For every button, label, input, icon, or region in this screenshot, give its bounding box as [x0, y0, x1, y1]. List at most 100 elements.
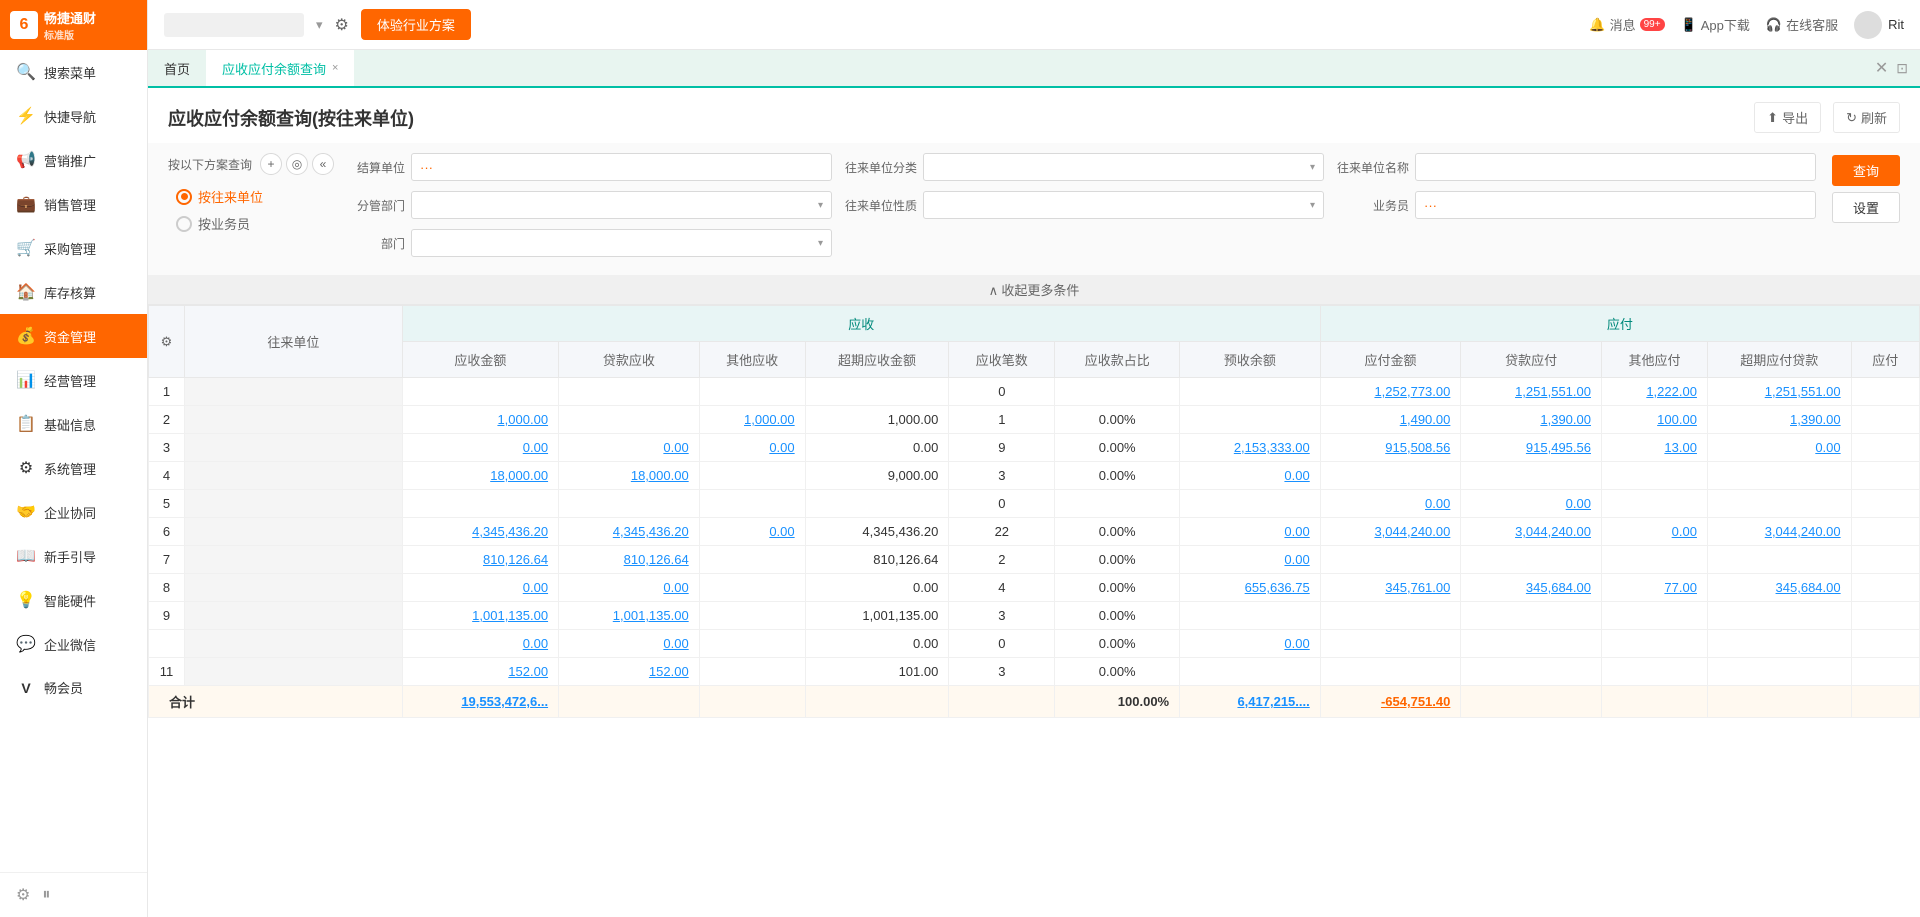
settings-button[interactable]: 设置 — [1832, 192, 1900, 223]
table-cell[interactable]: 0.00 — [402, 574, 558, 602]
table-cell[interactable]: 152.00 — [559, 658, 700, 686]
tab-arbalance[interactable]: 应收应付余额查询 × — [206, 50, 354, 88]
total-ar-prepaid[interactable]: 6,417,215.... — [1180, 686, 1321, 718]
table-cell[interactable] — [1707, 490, 1851, 518]
table-cell[interactable]: 1,001,135.00 — [559, 602, 700, 630]
partner-name-input[interactable] — [1415, 153, 1816, 181]
option-salesperson[interactable]: 按业务员 — [168, 210, 334, 237]
table-cell[interactable] — [1601, 546, 1707, 574]
table-cell[interactable] — [1320, 602, 1461, 630]
table-cell[interactable]: 810,126.64 — [402, 546, 558, 574]
table-cell[interactable] — [559, 378, 700, 406]
refresh-button[interactable]: ↻ 刷新 — [1833, 102, 1900, 133]
sidebar-item-guide[interactable]: 📖 新手引导 — [0, 534, 147, 578]
table-cell[interactable] — [1601, 602, 1707, 630]
sidebar-item-purchase[interactable]: 🛒 采购管理 — [0, 226, 147, 270]
table-cell[interactable]: 345,684.00 — [1707, 574, 1851, 602]
table-cell[interactable]: 1,390.00 — [1461, 406, 1602, 434]
table-cell[interactable] — [1461, 546, 1602, 574]
total-ap[interactable]: -654,751.40 — [1320, 686, 1461, 718]
sidebar-item-marketing[interactable]: 📢 营销推广 — [0, 138, 147, 182]
table-cell[interactable]: 3,044,240.00 — [1320, 518, 1461, 546]
option-partner[interactable]: 按往来单位 — [168, 183, 334, 210]
table-cell[interactable] — [1707, 602, 1851, 630]
table-cell[interactable]: 0.00 — [699, 434, 805, 462]
table-cell[interactable] — [699, 630, 805, 658]
table-cell[interactable]: 1,001,135.00 — [402, 602, 558, 630]
breadcrumb-chevron-icon[interactable]: ▾ — [316, 17, 323, 33]
table-cell[interactable]: 810,126.64 — [559, 546, 700, 574]
export-button[interactable]: ⬆ 导出 — [1754, 102, 1821, 133]
table-cell[interactable] — [1707, 546, 1851, 574]
table-cell[interactable]: 1,000.00 — [402, 406, 558, 434]
table-cell[interactable] — [1461, 658, 1602, 686]
table-cell[interactable] — [1707, 462, 1851, 490]
table-cell[interactable] — [699, 602, 805, 630]
table-cell[interactable] — [1320, 630, 1461, 658]
download-button[interactable]: 📱 App下载 — [1681, 15, 1750, 34]
table-cell[interactable] — [402, 378, 558, 406]
topbar-gear-icon[interactable]: ⚙ — [335, 15, 349, 35]
tab-home[interactable]: 首页 — [148, 50, 206, 86]
table-cell[interactable]: 1,490.00 — [1320, 406, 1461, 434]
table-cell[interactable]: 100.00 — [1601, 406, 1707, 434]
table-cell[interactable]: 345,684.00 — [1461, 574, 1602, 602]
solution-button[interactable]: 体验行业方案 — [361, 9, 471, 40]
table-cell[interactable]: 915,495.56 — [1461, 434, 1602, 462]
service-button[interactable]: 🎧 在线客服 — [1766, 15, 1838, 34]
sidebar-collapse-icon[interactable]: ⏸ — [42, 886, 50, 904]
table-cell[interactable]: 1,222.00 — [1601, 378, 1707, 406]
table-cell[interactable]: 3,044,240.00 — [1461, 518, 1602, 546]
table-cell[interactable] — [1320, 462, 1461, 490]
table-cell[interactable]: 152.00 — [402, 658, 558, 686]
settlement-input[interactable]: ··· — [411, 153, 832, 181]
table-cell[interactable] — [699, 658, 805, 686]
table-cell[interactable]: 0.00 — [402, 434, 558, 462]
sidebar-item-finance[interactable]: 💰 资金管理 — [0, 314, 147, 358]
table-cell[interactable] — [1461, 630, 1602, 658]
table-cell[interactable] — [1601, 658, 1707, 686]
sidebar-item-search[interactable]: 🔍 搜索菜单 — [0, 50, 147, 94]
table-cell[interactable]: 77.00 — [1601, 574, 1707, 602]
tab-close-window-icon[interactable]: ✕ — [1875, 58, 1888, 78]
table-cell[interactable]: 915,508.56 — [1320, 434, 1461, 462]
sidebar-settings-icon[interactable]: ⚙ — [16, 885, 30, 905]
sidebar-item-inventory[interactable]: 🏠 库存核算 — [0, 270, 147, 314]
table-cell[interactable]: 345,761.00 — [1320, 574, 1461, 602]
partner-category-input[interactable]: ▾ — [923, 153, 1324, 181]
table-cell[interactable]: 0.00 — [1180, 630, 1321, 658]
table-cell[interactable]: 13.00 — [1601, 434, 1707, 462]
scheme-target-button[interactable]: ◎ — [286, 153, 308, 175]
sidebar-item-management[interactable]: 📊 经营管理 — [0, 358, 147, 402]
table-cell[interactable]: 0.00 — [1707, 434, 1851, 462]
table-cell[interactable]: 0.00 — [1180, 462, 1321, 490]
salesperson-input[interactable]: ··· — [1415, 191, 1816, 219]
table-cell[interactable] — [559, 490, 700, 518]
table-cell[interactable]: 1,252,773.00 — [1320, 378, 1461, 406]
table-cell[interactable]: 1,251,551.00 — [1461, 378, 1602, 406]
scheme-back-button[interactable]: « — [312, 153, 334, 175]
table-cell[interactable]: 0.00 — [402, 630, 558, 658]
scheme-add-button[interactable]: + — [260, 153, 282, 175]
sidebar-item-hardware[interactable]: 💡 智能硬件 — [0, 578, 147, 622]
table-cell[interactable]: 1,000.00 — [699, 406, 805, 434]
table-cell[interactable]: 0.00 — [559, 574, 700, 602]
table-settings-icon[interactable]: ⚙ — [161, 334, 173, 349]
table-cell[interactable] — [1707, 630, 1851, 658]
tab-close-icon[interactable]: × — [332, 62, 338, 74]
table-cell[interactable]: 0.00 — [1180, 518, 1321, 546]
th-settings[interactable]: ⚙ — [149, 306, 185, 378]
collapse-bar[interactable]: ∧ 收起更多条件 — [148, 275, 1920, 304]
table-cell[interactable] — [402, 490, 558, 518]
table-cell[interactable] — [699, 378, 805, 406]
sidebar-item-member[interactable]: V 畅会员 — [0, 666, 147, 709]
sidebar-item-quicknav[interactable]: ⚡ 快捷导航 — [0, 94, 147, 138]
table-cell[interactable] — [1601, 490, 1707, 518]
sidebar-item-sales[interactable]: 💼 销售管理 — [0, 182, 147, 226]
sidebar-item-system[interactable]: ⚙ 系统管理 — [0, 446, 147, 490]
table-cell[interactable] — [1461, 602, 1602, 630]
table-cell[interactable]: 4,345,436.20 — [559, 518, 700, 546]
dept-input[interactable]: ▾ — [411, 229, 832, 257]
table-cell[interactable]: 0.00 — [1180, 546, 1321, 574]
sidebar-item-wechat[interactable]: 💬 企业微信 — [0, 622, 147, 666]
